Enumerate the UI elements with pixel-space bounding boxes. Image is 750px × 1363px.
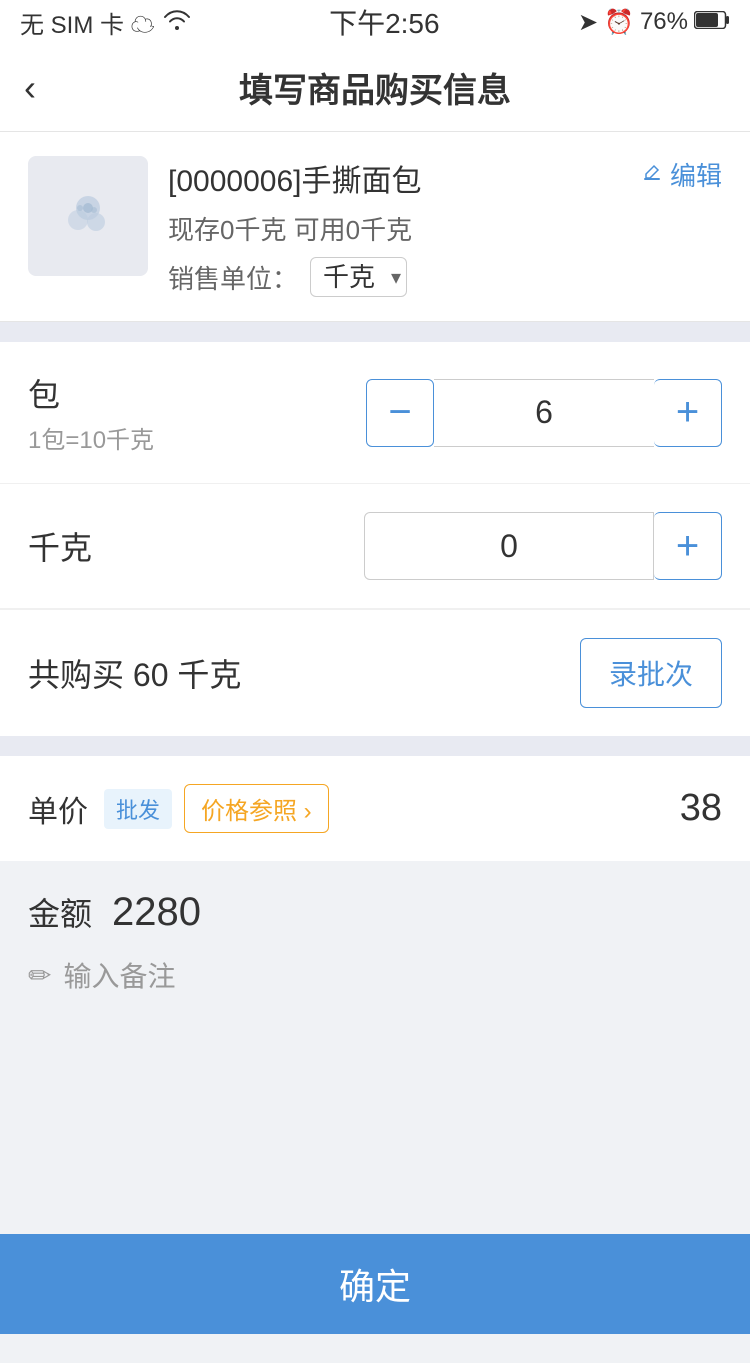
back-button[interactable]: ‹ — [24, 67, 36, 109]
section-divider-1 — [0, 322, 750, 342]
price-section: 单价 批发 价格参照 › 38 — [0, 756, 750, 861]
unit-select[interactable]: 千克 — [310, 257, 407, 297]
amount-label: 金额 — [28, 889, 92, 935]
alarm-icon: ⏰ — [604, 8, 634, 37]
price-ref-button[interactable]: 价格参照 › — [184, 784, 329, 833]
location-icon: ➤ — [578, 8, 598, 37]
edit-label: 编辑 — [670, 156, 722, 193]
battery-icon — [694, 8, 730, 36]
qianke-input[interactable] — [364, 512, 654, 580]
product-image — [28, 156, 148, 276]
qianke-row: 千克 + — [0, 484, 750, 609]
price-row: 单价 批发 价格参照 › 38 — [0, 756, 750, 861]
input-section: 包 1包=10千克 − + 千克 + — [0, 342, 750, 609]
product-stock: 现存0千克 可用0千克 — [168, 210, 722, 247]
unit-label: 销售单位： — [168, 259, 298, 296]
summary-text: 共购买 60 千克 — [28, 650, 241, 696]
confirm-button[interactable]: 确定 — [0, 1234, 750, 1334]
product-card: [0000006]手撕面包 编辑 现存0千克 可用0千克 销售单位： 千克 — [0, 132, 750, 322]
bao-sub-label: 1包=10千克 — [28, 420, 208, 455]
qianke-main-label: 千克 — [28, 523, 208, 569]
bao-input[interactable] — [434, 379, 654, 447]
status-right: ➤ ⏰ 76% — [578, 8, 730, 37]
edit-button[interactable]: 编辑 — [642, 156, 722, 193]
product-info: [0000006]手撕面包 编辑 现存0千克 可用0千克 销售单位： 千克 — [168, 156, 722, 297]
bao-stepper: − + — [366, 379, 722, 447]
remark-text: 输入备注 — [63, 955, 175, 995]
qianke-label-group: 千克 — [28, 523, 208, 569]
product-header: [0000006]手撕面包 编辑 — [168, 156, 722, 200]
bao-plus-button[interactable]: + — [654, 379, 722, 447]
remark-row[interactable]: ✏ 输入备注 — [28, 955, 722, 995]
nav-bar: ‹ 填写商品购买信息 — [0, 44, 750, 132]
bao-main-label: 包 — [28, 370, 208, 416]
product-unit-row: 销售单位： 千克 — [168, 257, 722, 297]
amount-row: 金额 2280 — [28, 889, 722, 935]
price-tag-pifa: 批发 — [104, 789, 172, 829]
page-title: 填写商品购买信息 — [239, 63, 511, 112]
wifi-icon — [163, 8, 191, 37]
status-bar: 无 SIM 卡 ☁ 下午2:56 ➤ ⏰ 76% — [0, 0, 750, 44]
status-time: 下午2:56 — [329, 2, 440, 42]
product-name: [0000006]手撕面包 — [168, 156, 642, 200]
bao-minus-button[interactable]: − — [366, 379, 434, 447]
unit-select-wrapper[interactable]: 千克 — [310, 257, 407, 297]
qianke-plus-button[interactable]: + — [654, 512, 722, 580]
bao-label-group: 包 1包=10千克 — [28, 370, 208, 455]
price-value: 38 — [680, 787, 722, 830]
summary-row: 共购买 60 千克 录批次 — [0, 609, 750, 736]
amount-section: 金额 2280 ✏ 输入备注 — [0, 861, 750, 1023]
qianke-controls: + — [364, 512, 722, 580]
price-label: 单价 — [28, 787, 88, 831]
remark-icon: ✏ — [28, 959, 51, 992]
batch-button[interactable]: 录批次 — [580, 638, 722, 708]
sim-status: 无 SIM 卡 ☁ — [20, 5, 155, 40]
battery-text: 76% — [640, 8, 688, 36]
status-left: 无 SIM 卡 ☁ — [20, 5, 191, 40]
amount-value: 2280 — [112, 890, 201, 935]
section-divider-2 — [0, 736, 750, 756]
bao-row: 包 1包=10千克 − + — [0, 342, 750, 484]
confirm-label: 确定 — [339, 1258, 411, 1310]
